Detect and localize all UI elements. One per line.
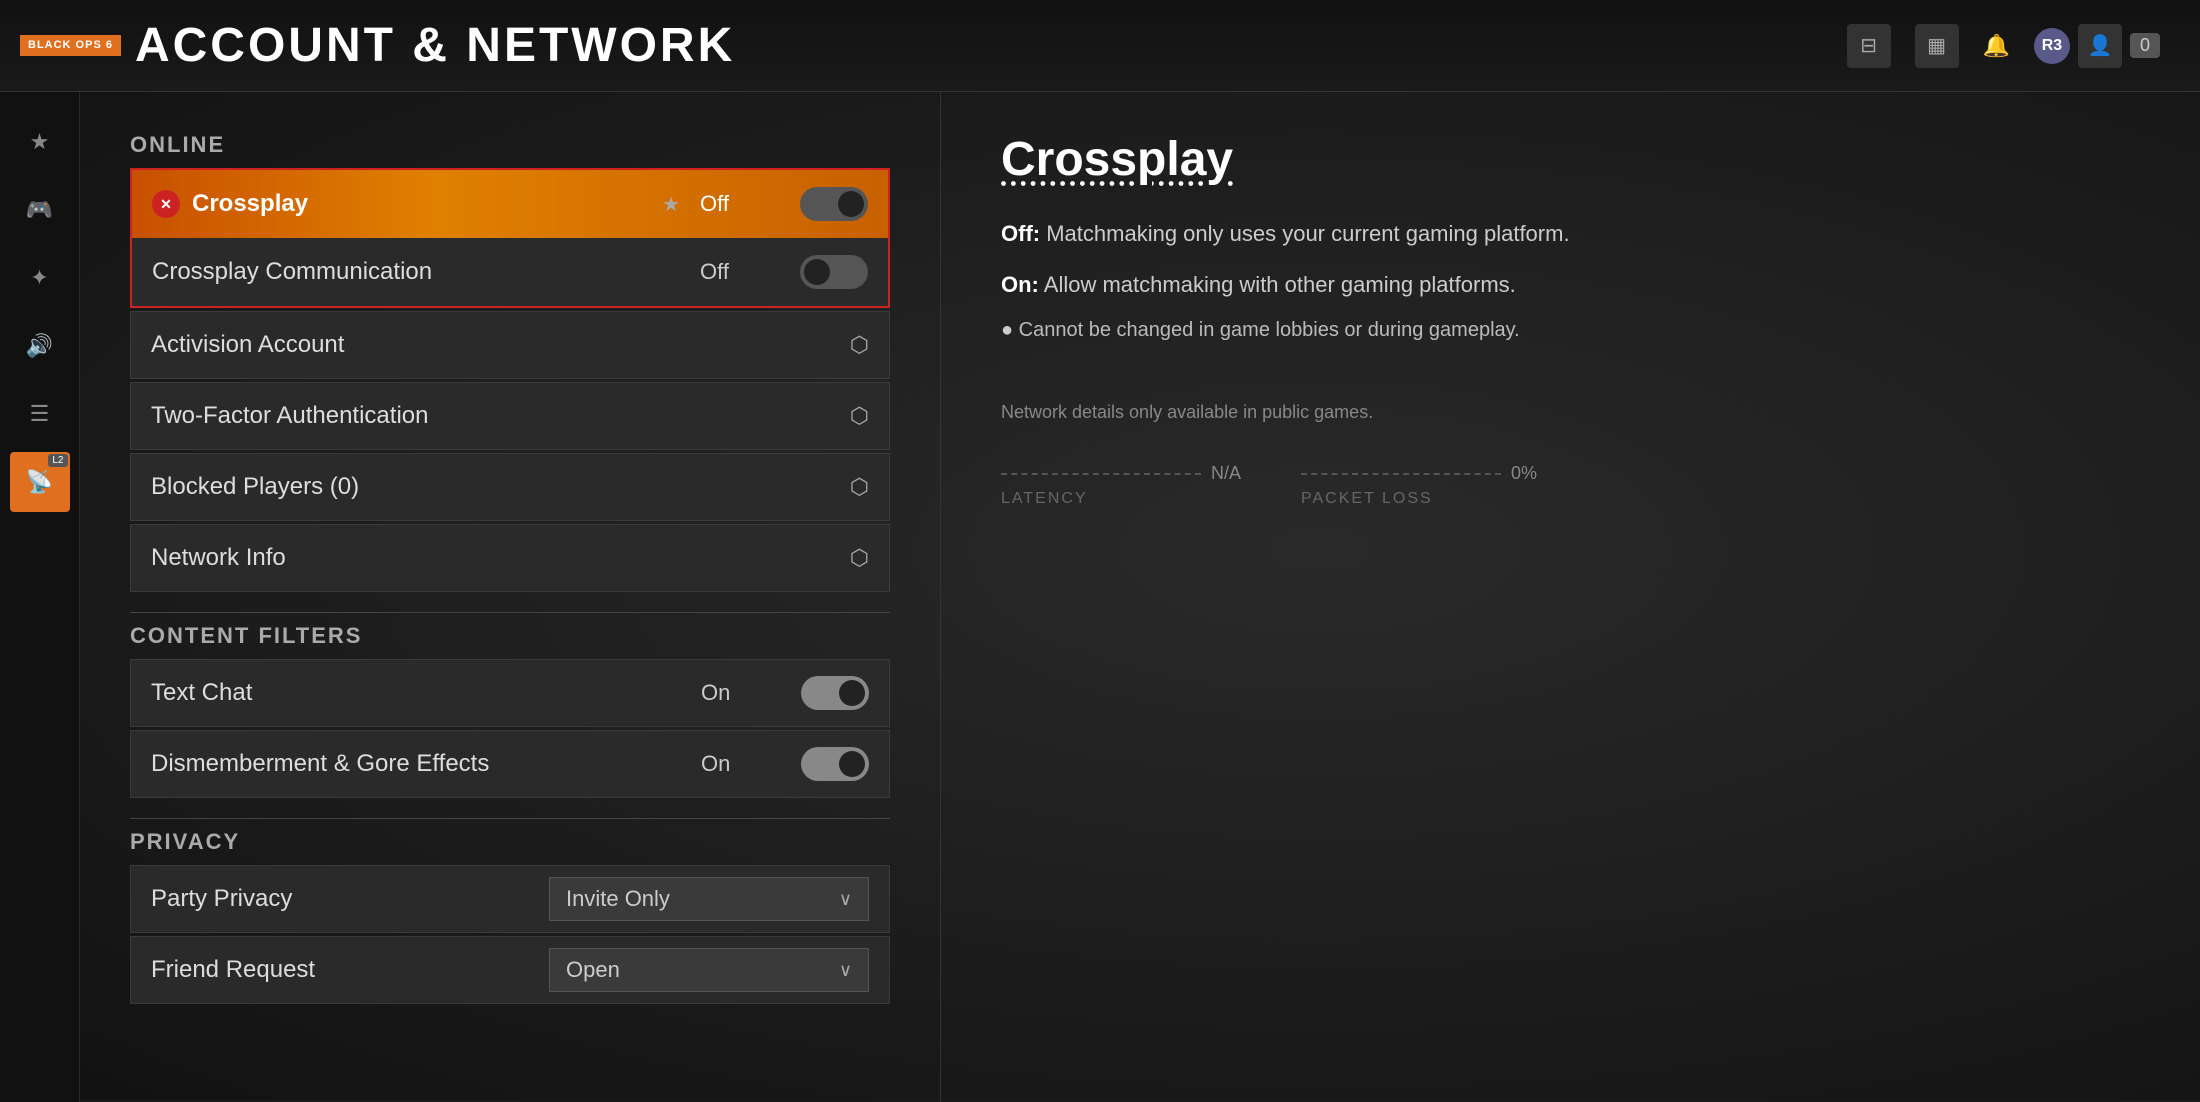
latency-bar: N/A LATENCY 0% PACKET LOSS <box>1001 463 2140 508</box>
blocked-players-row[interactable]: Blocked Players (0) ⬡ <box>130 453 890 521</box>
notification-area: 🔔 <box>1983 33 2010 59</box>
external-link-icon: ⬡ <box>850 332 869 358</box>
audio-icon: 🔊 <box>26 333 53 359</box>
latency-line: N/A <box>1001 463 1241 484</box>
divider-content-filters <box>130 612 890 613</box>
packet-loss-dotted-line <box>1301 473 1501 475</box>
info-panel: Crossplay Off: Matchmaking only uses you… <box>940 92 2200 1102</box>
star-icon: ★ <box>30 129 50 155</box>
interface-icon: ☰ <box>30 401 50 427</box>
gore-toggle-knob <box>839 751 865 777</box>
motion-icon: ✦ <box>30 265 48 291</box>
sidebar-item-audio[interactable]: 🔊 <box>10 316 70 376</box>
packet-loss-label: PACKET LOSS <box>1301 490 1537 508</box>
party-privacy-row[interactable]: Party Privacy Invite Only ∨ <box>130 865 890 933</box>
game-logo: BLACK OPS 6 <box>20 35 121 55</box>
blocked-players-label: Blocked Players (0) <box>151 473 770 501</box>
bell-icon[interactable]: 🔔 <box>1983 33 2010 59</box>
packet-loss-item: 0% PACKET LOSS <box>1301 463 1537 508</box>
header: BLACK OPS 6 ACCOUNT & NETWORK ⊟ ▦ 🔔 R3 👤… <box>0 0 2200 92</box>
sidebar-badge: L2 <box>48 454 67 467</box>
text-chat-label: Text Chat <box>151 679 701 707</box>
latency-label: LATENCY <box>1001 490 1241 508</box>
divider-privacy <box>130 818 890 819</box>
crossplay-value: Off <box>700 191 780 217</box>
page-title: ACCOUNT & NETWORK <box>135 18 735 73</box>
menu-icon[interactable]: ⊟ <box>1847 24 1891 68</box>
network-icon: 📡 <box>26 469 53 495</box>
star-favorite-icon[interactable]: ★ <box>662 192 680 217</box>
external-link-icon-2fa: ⬡ <box>850 403 869 429</box>
chevron-down-icon-friend: ∨ <box>839 960 852 981</box>
gore-value: On <box>701 751 781 777</box>
text-chat-value: On <box>701 680 781 706</box>
settings-panel: ONLINE ✕ Crossplay ★ Off <box>80 92 940 1102</box>
crossplay-toggle[interactable] <box>800 187 868 221</box>
grid-icon[interactable]: ▦ <box>1915 24 1959 68</box>
activision-label: Activision Account <box>151 331 770 359</box>
packet-loss-line: 0% <box>1301 463 1537 484</box>
profile-area: R3 👤 0 <box>2034 24 2160 68</box>
external-link-icon-network: ⬡ <box>850 545 869 571</box>
friend-request-label: Friend Request <box>151 956 549 984</box>
external-link-icon-blocked: ⬡ <box>850 474 869 500</box>
gore-toggle[interactable] <box>801 747 869 781</box>
activision-account-row[interactable]: Activision Account ⬡ <box>130 311 890 379</box>
chevron-down-icon: ∨ <box>839 889 852 910</box>
network-note: Network details only available in public… <box>1001 402 2140 423</box>
main-layout: ★ 🎮 ✦ 🔊 ☰ 📡 L2 ONLINE <box>0 92 2200 1102</box>
crossplay-comm-label: Crossplay Communication <box>152 258 700 286</box>
crossplay-label: ✕ Crossplay <box>152 190 662 218</box>
sidebar-item-network[interactable]: 📡 L2 <box>10 452 70 512</box>
network-info-label: Network Info <box>151 544 770 572</box>
two-factor-label: Two-Factor Authentication <box>151 402 770 430</box>
latency-item: N/A LATENCY <box>1001 463 1241 508</box>
content-filters-label: CONTENT FILTERS <box>130 623 890 649</box>
crossplay-row[interactable]: ✕ Crossplay ★ Off <box>132 170 888 238</box>
packet-loss-value: 0% <box>1511 463 1537 484</box>
header-left: BLACK OPS 6 ACCOUNT & NETWORK <box>20 18 735 73</box>
toggle-knob-comm <box>804 259 830 285</box>
sidebar-item-interface[interactable]: ☰ <box>10 384 70 444</box>
info-title: Crossplay <box>1001 132 2140 187</box>
latency-value: N/A <box>1211 463 1241 484</box>
friend-request-row[interactable]: Friend Request Open ∨ <box>130 936 890 1004</box>
controller-icon: 🎮 <box>26 197 53 223</box>
two-factor-row[interactable]: Two-Factor Authentication ⬡ <box>130 382 890 450</box>
sidebar-item-motion[interactable]: ✦ <box>10 248 70 308</box>
gore-label: Dismemberment & Gore Effects <box>151 750 701 778</box>
party-privacy-dropdown[interactable]: Invite Only ∨ <box>549 877 869 921</box>
privacy-section-label: PRIVACY <box>130 829 890 855</box>
crossplay-comm-toggle[interactable] <box>800 255 868 289</box>
header-right: ⊟ ▦ 🔔 R3 👤 0 <box>1847 24 2160 68</box>
crossplay-group: ✕ Crossplay ★ Off Crossplay Communicatio… <box>130 168 890 308</box>
network-info-row[interactable]: Network Info ⬡ <box>130 524 890 592</box>
friend-request-value: Open <box>566 957 823 983</box>
gore-row[interactable]: Dismemberment & Gore Effects On <box>130 730 890 798</box>
text-chat-toggle[interactable] <box>801 676 869 710</box>
online-section-label: ONLINE <box>130 132 890 158</box>
crossplay-communication-row[interactable]: Crossplay Communication Off <box>132 238 888 306</box>
party-privacy-value: Invite Only <box>566 886 823 912</box>
text-chat-toggle-knob <box>839 680 865 706</box>
party-privacy-label: Party Privacy <box>151 885 549 913</box>
sidebar-item-controller[interactable]: 🎮 <box>10 180 70 240</box>
crossplay-off-description: Off: Matchmaking only uses your current … <box>1001 217 2140 250</box>
latency-dotted-line <box>1001 473 1201 475</box>
sidebar-item-favorites[interactable]: ★ <box>10 112 70 172</box>
x-icon: ✕ <box>152 190 180 218</box>
text-chat-row[interactable]: Text Chat On <box>130 659 890 727</box>
content-area: ONLINE ✕ Crossplay ★ Off <box>80 92 2200 1102</box>
sidebar: ★ 🎮 ✦ 🔊 ☰ 📡 L2 <box>0 92 80 1102</box>
user-icon[interactable]: 👤 <box>2078 24 2122 68</box>
profile-badge[interactable]: R3 <box>2034 28 2070 64</box>
crossplay-note: Cannot be changed in game lobbies or dur… <box>1001 319 2140 342</box>
friend-count: 0 <box>2130 33 2160 58</box>
crossplay-on-description: On: Allow matchmaking with other gaming … <box>1001 268 2140 301</box>
friend-request-dropdown[interactable]: Open ∨ <box>549 948 869 992</box>
toggle-knob <box>838 191 864 217</box>
crossplay-comm-value: Off <box>700 259 780 285</box>
